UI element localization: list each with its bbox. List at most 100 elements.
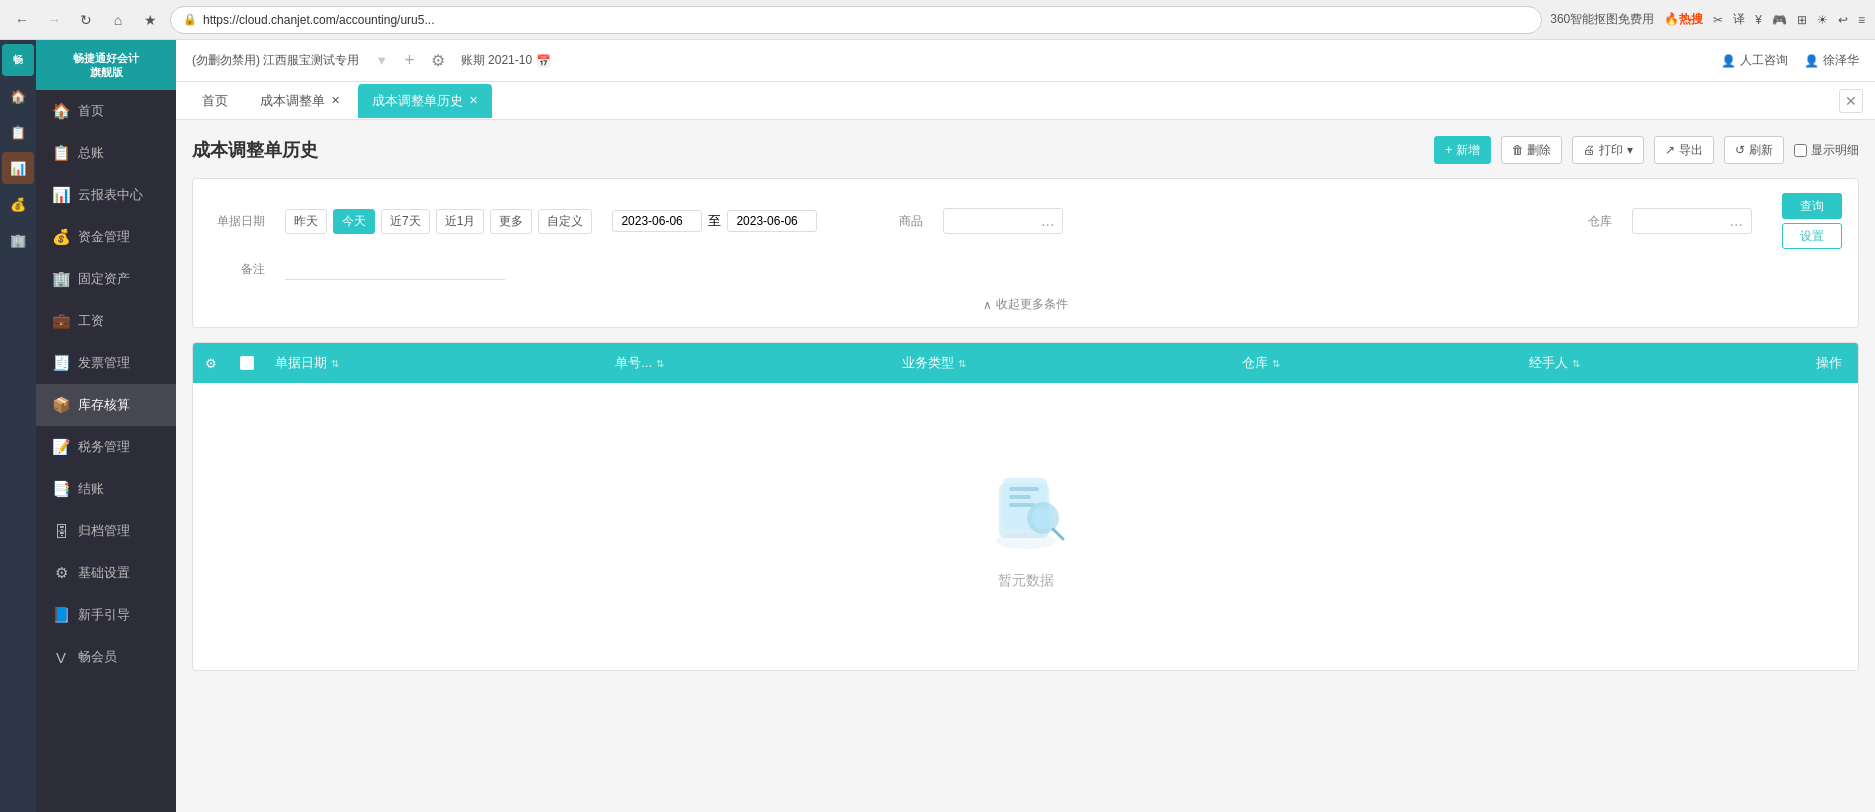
add-tab-button[interactable]: + <box>404 50 415 71</box>
show-detail-checkbox[interactable]: 显示明细 <box>1794 142 1859 159</box>
sidebar-label-invoice: 发票管理 <box>78 354 130 372</box>
reload-button[interactable]: ↻ <box>74 8 98 32</box>
export-icon: ↗ <box>1665 143 1675 157</box>
custom-btn[interactable]: 自定义 <box>538 209 592 234</box>
sidebar-label-guide: 新手引导 <box>78 606 130 624</box>
period-label: 账期 2021-10 <box>461 52 532 69</box>
date-filter-label: 单据日期 <box>209 213 265 230</box>
home-button[interactable]: ⌂ <box>106 8 130 32</box>
forward-button[interactable]: → <box>42 8 66 32</box>
tab-cost-adjust-history[interactable]: 成本调整单历史 ✕ <box>358 84 492 118</box>
sidebar-icon-3[interactable]: 📊 <box>2 152 34 184</box>
sidebar-label-checkout: 结账 <box>78 480 104 498</box>
th-date-label: 单据日期 <box>275 354 327 372</box>
sidebar-icon-1[interactable]: 🏠 <box>2 80 34 112</box>
sidebar-item-tax[interactable]: 📝 税务管理 <box>36 426 176 468</box>
sidebar-icon-5[interactable]: 🏢 <box>2 224 34 256</box>
sidebar-item-ledger[interactable]: 📋 总账 <box>36 132 176 174</box>
sidebar-item-fixed[interactable]: 🏢 固定资产 <box>36 258 176 300</box>
filter-row-1: 单据日期 昨天 今天 近7天 近1月 更多 自定义 至 <box>209 193 1842 249</box>
tab-cost-adjust-close[interactable]: ✕ <box>331 94 340 107</box>
logo-text-line2: 旗舰版 <box>73 65 139 79</box>
th-number[interactable]: 单号... ⇅ <box>605 343 892 383</box>
bookmark-button[interactable]: ★ <box>138 8 162 32</box>
th-biztype[interactable]: 业务类型 ⇅ <box>892 343 1232 383</box>
back-button[interactable]: ← <box>10 8 34 32</box>
dropdown-arrow[interactable]: ▼ <box>375 53 388 68</box>
more-btn[interactable]: 更多 <box>490 209 532 234</box>
refresh-button[interactable]: ↺ 刷新 <box>1724 136 1784 164</box>
collapse-icon: ∧ <box>983 298 992 312</box>
sidebar-label-salary: 工资 <box>78 312 104 330</box>
show-detail-input[interactable] <box>1794 144 1807 157</box>
sidebar-item-invoice[interactable]: 🧾 发票管理 <box>36 342 176 384</box>
export-button[interactable]: ↗ 导出 <box>1654 136 1714 164</box>
th-checkbox[interactable] <box>229 343 265 383</box>
sidebar-icon-4[interactable]: 💰 <box>2 188 34 220</box>
page-area: 成本调整单历史 + 新增 🗑 删除 🖨 打印 ▾ ↗ 导出 ↺ <box>176 120 1875 812</box>
sidebar-item-checkout[interactable]: 📑 结账 <box>36 468 176 510</box>
select-all-checkbox[interactable] <box>240 356 254 370</box>
sidebar-icon-2[interactable]: 📋 <box>2 116 34 148</box>
settings-icon: ⚙ <box>52 564 70 582</box>
sidebar-label-fixed: 固定资产 <box>78 270 130 288</box>
collapse-label: 收起更多条件 <box>996 296 1068 313</box>
no-data-svg <box>981 463 1071 553</box>
product-select[interactable]: ... <box>943 208 1063 234</box>
query-button[interactable]: 查询 <box>1782 193 1842 219</box>
today-btn[interactable]: 今天 <box>333 209 375 234</box>
collapse-button[interactable]: ∧ 收起更多条件 <box>209 290 1842 313</box>
tab-cost-adjust[interactable]: 成本调整单 ✕ <box>246 84 354 118</box>
sidebar-item-funds[interactable]: 💰 资金管理 <box>36 216 176 258</box>
sidebar-item-settings[interactable]: ⚙ 基础设置 <box>36 552 176 594</box>
add-button[interactable]: + 新增 <box>1434 136 1490 164</box>
date-from-input[interactable] <box>612 210 702 232</box>
person-icon: 👤 <box>1721 54 1736 68</box>
sidebar-item-reports[interactable]: 📊 云报表中心 <box>36 174 176 216</box>
sidebar-label-ledger: 总账 <box>78 144 104 162</box>
product-dots: ... <box>1041 212 1054 230</box>
yesterday-btn[interactable]: 昨天 <box>285 209 327 234</box>
last7days-btn[interactable]: 近7天 <box>381 209 430 234</box>
filter-settings-button[interactable]: 设置 <box>1782 223 1842 249</box>
th-date[interactable]: 单据日期 ⇅ <box>265 343 605 383</box>
sidebar-label-settings: 基础设置 <box>78 564 130 582</box>
sidebar-label-home: 首页 <box>78 102 104 120</box>
th-warehouse[interactable]: 仓库 ⇅ <box>1232 343 1519 383</box>
sidebar-item-home[interactable]: 🏠 首页 <box>36 90 176 132</box>
svg-rect-4 <box>1009 495 1031 499</box>
product-filter-label: 商品 <box>867 213 923 230</box>
game-icon: 🎮 <box>1772 13 1787 27</box>
warehouse-select[interactable]: ... <box>1632 208 1752 234</box>
th-number-label: 单号... <box>615 354 652 372</box>
sidebar-item-archive[interactable]: 🗄 归档管理 <box>36 510 176 552</box>
close-window-button[interactable]: ✕ <box>1839 89 1863 113</box>
svg-rect-3 <box>1009 487 1039 491</box>
th-settings[interactable]: ⚙ <box>193 343 229 383</box>
url-bar[interactable]: 🔒 https://cloud.chanjet.com/accounting/u… <box>170 6 1542 34</box>
table-header: ⚙ 单据日期 ⇅ 单号... ⇅ 业务类型 ⇅ <box>193 343 1858 383</box>
sidebar-item-inventory[interactable]: 📦 库存核算 <box>36 384 176 426</box>
nav-logo: 畅捷通好会计 旗舰版 <box>36 40 176 90</box>
url-text: https://cloud.chanjet.com/accounting/uru… <box>203 13 434 27</box>
last1month-btn[interactable]: 近1月 <box>436 209 485 234</box>
funds-icon: 💰 <box>52 228 70 246</box>
settings-btn[interactable]: ⚙ <box>431 51 445 70</box>
search-label: 360智能抠图免费用 <box>1550 11 1654 28</box>
sidebar-item-salary[interactable]: 💼 工资 <box>36 300 176 342</box>
salary-icon: 💼 <box>52 312 70 330</box>
remark-input[interactable] <box>285 259 505 280</box>
remark-label: 备注 <box>209 261 265 278</box>
tab-cost-adjust-history-close[interactable]: ✕ <box>469 94 478 107</box>
date-to-input[interactable] <box>727 210 817 232</box>
th-handler[interactable]: 经手人 ⇅ <box>1519 343 1806 383</box>
ledger-icon: 📋 <box>52 144 70 162</box>
user-profile[interactable]: 👤 徐泽华 <box>1804 52 1859 69</box>
sidebar-item-guide[interactable]: 📘 新手引导 <box>36 594 176 636</box>
delete-button[interactable]: 🗑 删除 <box>1501 136 1562 164</box>
sidebar-item-vip[interactable]: V 畅会员 <box>36 636 176 678</box>
print-button[interactable]: 🖨 打印 ▾ <box>1572 136 1644 164</box>
calendar-icon[interactable]: 📅 <box>536 54 551 68</box>
help-button[interactable]: 👤 人工咨询 <box>1721 52 1788 69</box>
tab-home[interactable]: 首页 <box>188 84 242 118</box>
